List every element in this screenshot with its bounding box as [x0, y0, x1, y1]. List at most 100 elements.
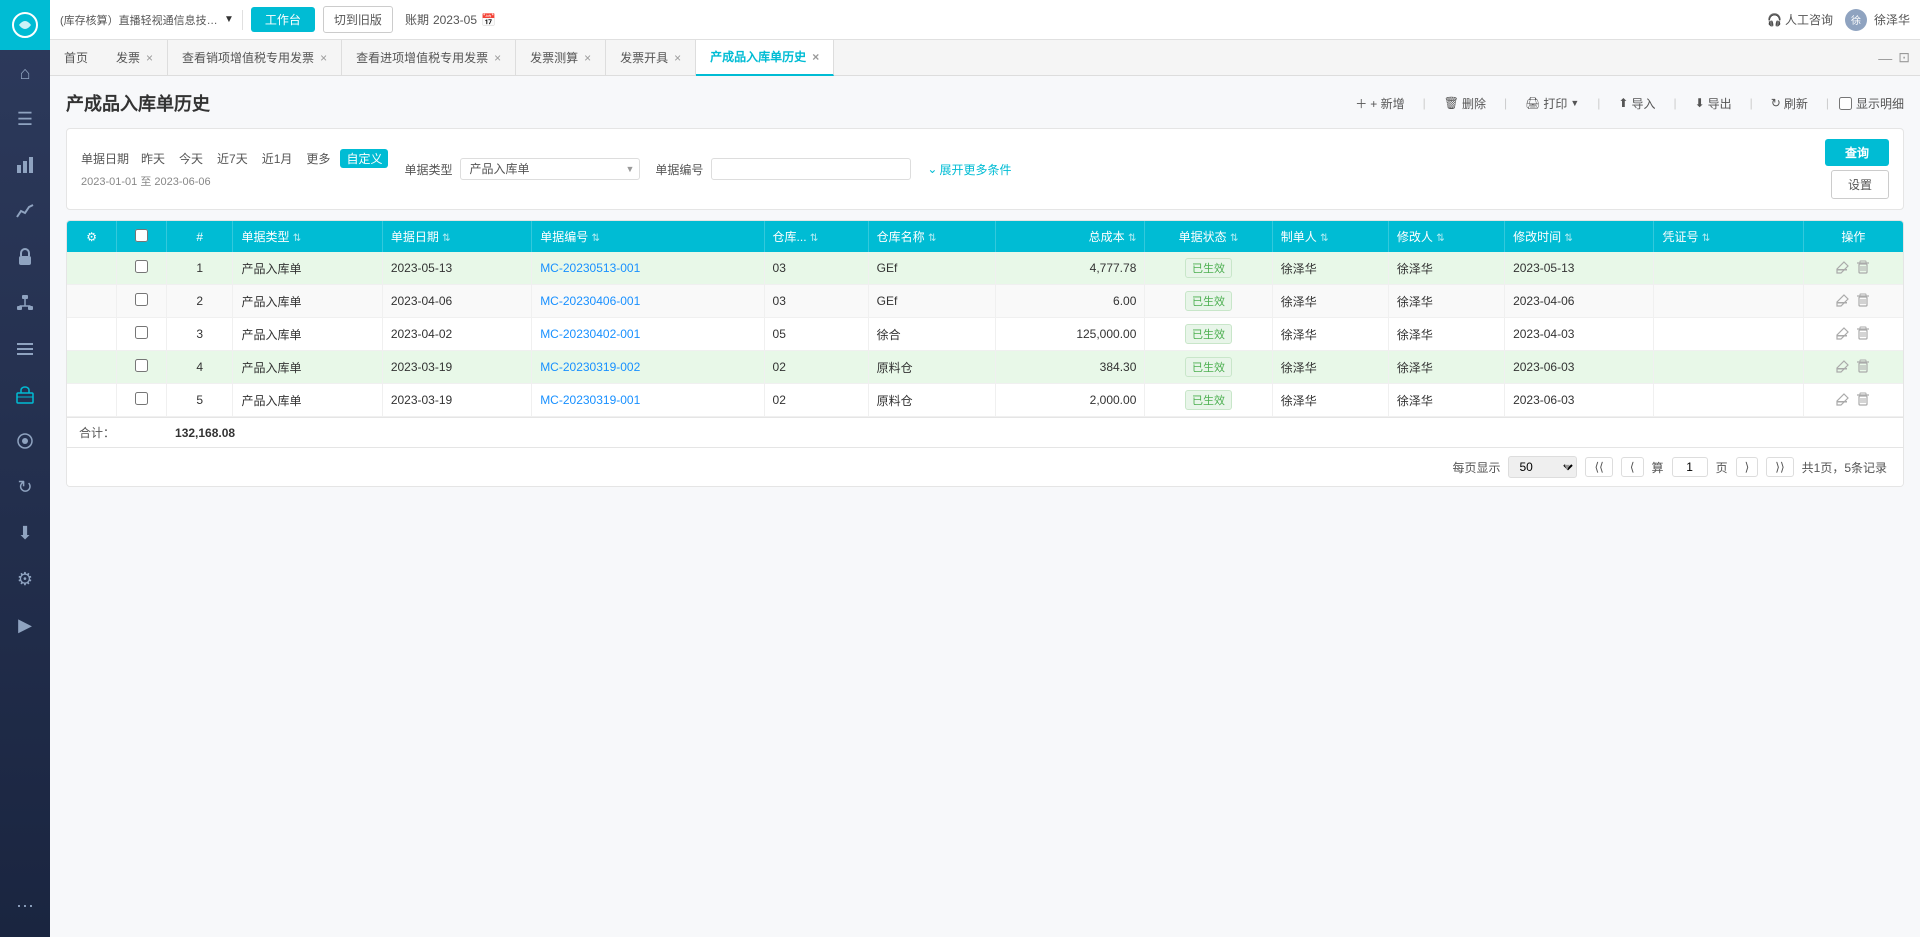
row-code-1[interactable]: MC-20230406-001: [532, 285, 764, 318]
th-code[interactable]: 单据编号 ⇅: [532, 221, 764, 252]
workbench-button[interactable]: 工作台: [251, 7, 315, 32]
refresh-button[interactable]: ↻ 刷新: [1763, 91, 1816, 116]
user-info[interactable]: 徐 徐泽华: [1845, 9, 1910, 31]
sidebar-item-lock[interactable]: [0, 234, 50, 280]
tab-invoice-open[interactable]: 发票开具 ×: [606, 40, 696, 76]
date-option-more[interactable]: 更多: [302, 149, 334, 168]
service-button[interactable]: 🎧 人工咨询: [1767, 11, 1833, 28]
date-option-1month[interactable]: 近1月: [258, 149, 297, 168]
page-next-button[interactable]: ⟩: [1736, 457, 1759, 477]
delete-button[interactable]: 🗑 删除: [1436, 91, 1494, 116]
row-delete-icon-1[interactable]: [1856, 293, 1870, 310]
tab-invoice-open-close[interactable]: ×: [674, 51, 681, 65]
sidebar-item-chart[interactable]: [0, 142, 50, 188]
page-size-select[interactable]: 20 50 100 200: [1508, 456, 1577, 478]
row-delete-icon-2[interactable]: [1856, 326, 1870, 343]
sidebar-item-org[interactable]: [0, 280, 50, 326]
row-checkbox-cell-2[interactable]: [117, 318, 167, 351]
row-checkbox-1[interactable]: [135, 293, 148, 306]
switch-version-button[interactable]: 切到旧版: [323, 6, 393, 33]
row-checkbox-cell-0[interactable]: [117, 252, 167, 285]
date-option-custom[interactable]: 自定义: [340, 149, 388, 168]
code-input[interactable]: [711, 158, 911, 180]
row-edit-icon-0[interactable]: [1836, 260, 1850, 277]
row-edit-icon-1[interactable]: [1836, 293, 1850, 310]
sidebar-item-analysis[interactable]: [0, 188, 50, 234]
tab-invoice-calc[interactable]: 发票测算 ×: [516, 40, 606, 76]
date-option-yesterday[interactable]: 昨天: [137, 149, 169, 168]
row-code-4[interactable]: MC-20230319-001: [532, 384, 764, 417]
row-code-link-0[interactable]: MC-20230513-001: [540, 261, 640, 275]
tab-maximize-icon[interactable]: ⊡: [1898, 49, 1910, 66]
th-status[interactable]: 单据状态 ⇅: [1145, 221, 1272, 252]
sidebar-item-refresh[interactable]: ↻: [0, 464, 50, 510]
sidebar-item-download[interactable]: ⬇: [0, 510, 50, 556]
row-edit-icon-4[interactable]: [1836, 392, 1850, 409]
import-button[interactable]: ⬆ 导入: [1610, 91, 1663, 116]
th-check[interactable]: [117, 221, 167, 252]
select-all-checkbox[interactable]: [135, 229, 148, 242]
tab-check-purchase-vat[interactable]: 查看进项增值税专用发票 ×: [342, 40, 516, 76]
th-type[interactable]: 单据类型 ⇅: [233, 221, 382, 252]
row-code-link-2[interactable]: MC-20230402-001: [540, 327, 640, 341]
row-code-3[interactable]: MC-20230319-002: [532, 351, 764, 384]
th-warehouse-name[interactable]: 仓库名称 ⇅: [868, 221, 995, 252]
query-button[interactable]: 查询: [1825, 139, 1889, 166]
date-option-7days[interactable]: 近7天: [213, 149, 252, 168]
print-button[interactable]: 🖨 打印 ▼: [1517, 91, 1587, 116]
tab-product-instock[interactable]: 产成品入库单历史 ×: [696, 40, 834, 76]
sidebar-item-docs[interactable]: ☰: [0, 96, 50, 142]
show-detail-checkbox-label[interactable]: 显示明细: [1839, 95, 1904, 112]
row-checkbox-0[interactable]: [135, 260, 148, 273]
th-modify-time[interactable]: 修改时间 ⇅: [1505, 221, 1654, 252]
sidebar-item-settings[interactable]: ⚙: [0, 556, 50, 602]
row-delete-icon-3[interactable]: [1856, 359, 1870, 376]
row-code-2[interactable]: MC-20230402-001: [532, 318, 764, 351]
tab-check-sales-vat[interactable]: 查看销项增值税专用发票 ×: [168, 40, 342, 76]
sidebar-item-home[interactable]: ⌂: [0, 50, 50, 96]
page-last-button[interactable]: ⟩⟩: [1766, 457, 1793, 477]
th-settings[interactable]: ⚙: [67, 221, 117, 252]
row-checkbox-cell-4[interactable]: [117, 384, 167, 417]
date-option-today[interactable]: 今天: [175, 149, 207, 168]
sidebar-item-inventory[interactable]: [0, 372, 50, 418]
row-code-link-3[interactable]: MC-20230319-002: [540, 360, 640, 374]
tab-invoice-close[interactable]: ×: [146, 51, 153, 65]
page-prev-button[interactable]: ⟨: [1621, 457, 1644, 477]
th-modifier[interactable]: 修改人 ⇅: [1388, 221, 1504, 252]
show-detail-checkbox[interactable]: [1839, 97, 1852, 110]
type-select[interactable]: 产品入库单: [460, 158, 640, 180]
sidebar-item-more[interactable]: ⋯: [0, 883, 50, 929]
th-voucher[interactable]: 凭证号 ⇅: [1654, 221, 1803, 252]
new-button[interactable]: ＋ + 新增: [1347, 91, 1412, 116]
period-calendar-icon[interactable]: 📅: [481, 13, 496, 27]
row-code-link-4[interactable]: MC-20230319-001: [540, 393, 640, 407]
tab-product-instock-close[interactable]: ×: [812, 50, 819, 64]
tab-invoice[interactable]: 发票 ×: [102, 40, 168, 76]
th-warehouse-no[interactable]: 仓库... ⇅: [764, 221, 868, 252]
row-delete-icon-0[interactable]: [1856, 260, 1870, 277]
set-button[interactable]: 设置: [1831, 170, 1889, 199]
tab-home[interactable]: 首页: [50, 40, 102, 76]
row-edit-icon-3[interactable]: [1836, 359, 1850, 376]
row-checkbox-4[interactable]: [135, 392, 148, 405]
row-code-link-1[interactable]: MC-20230406-001: [540, 294, 640, 308]
company-selector[interactable]: (库存核算）直播轻视通信息技术股份... ▼: [60, 12, 234, 28]
page-input[interactable]: [1672, 457, 1708, 477]
row-checkbox-2[interactable]: [135, 326, 148, 339]
row-checkbox-3[interactable]: [135, 359, 148, 372]
sidebar-item-list[interactable]: [0, 326, 50, 372]
tab-minimize-icon[interactable]: —: [1878, 50, 1892, 66]
row-code-0[interactable]: MC-20230513-001: [532, 252, 764, 285]
row-checkbox-cell-1[interactable]: [117, 285, 167, 318]
expand-filter-button[interactable]: ⌄ 展开更多条件: [927, 161, 1011, 178]
page-first-button[interactable]: ⟨⟨: [1585, 457, 1612, 477]
th-date[interactable]: 单据日期 ⇅: [382, 221, 531, 252]
tab-check-sales-close[interactable]: ×: [320, 51, 327, 65]
th-creator[interactable]: 制单人 ⇅: [1272, 221, 1388, 252]
tab-check-purchase-close[interactable]: ×: [494, 51, 501, 65]
export-button[interactable]: ⬇ 导出: [1687, 91, 1740, 116]
tab-invoice-calc-close[interactable]: ×: [584, 51, 591, 65]
row-edit-icon-2[interactable]: [1836, 326, 1850, 343]
th-cost[interactable]: 总成本 ⇅: [996, 221, 1145, 252]
